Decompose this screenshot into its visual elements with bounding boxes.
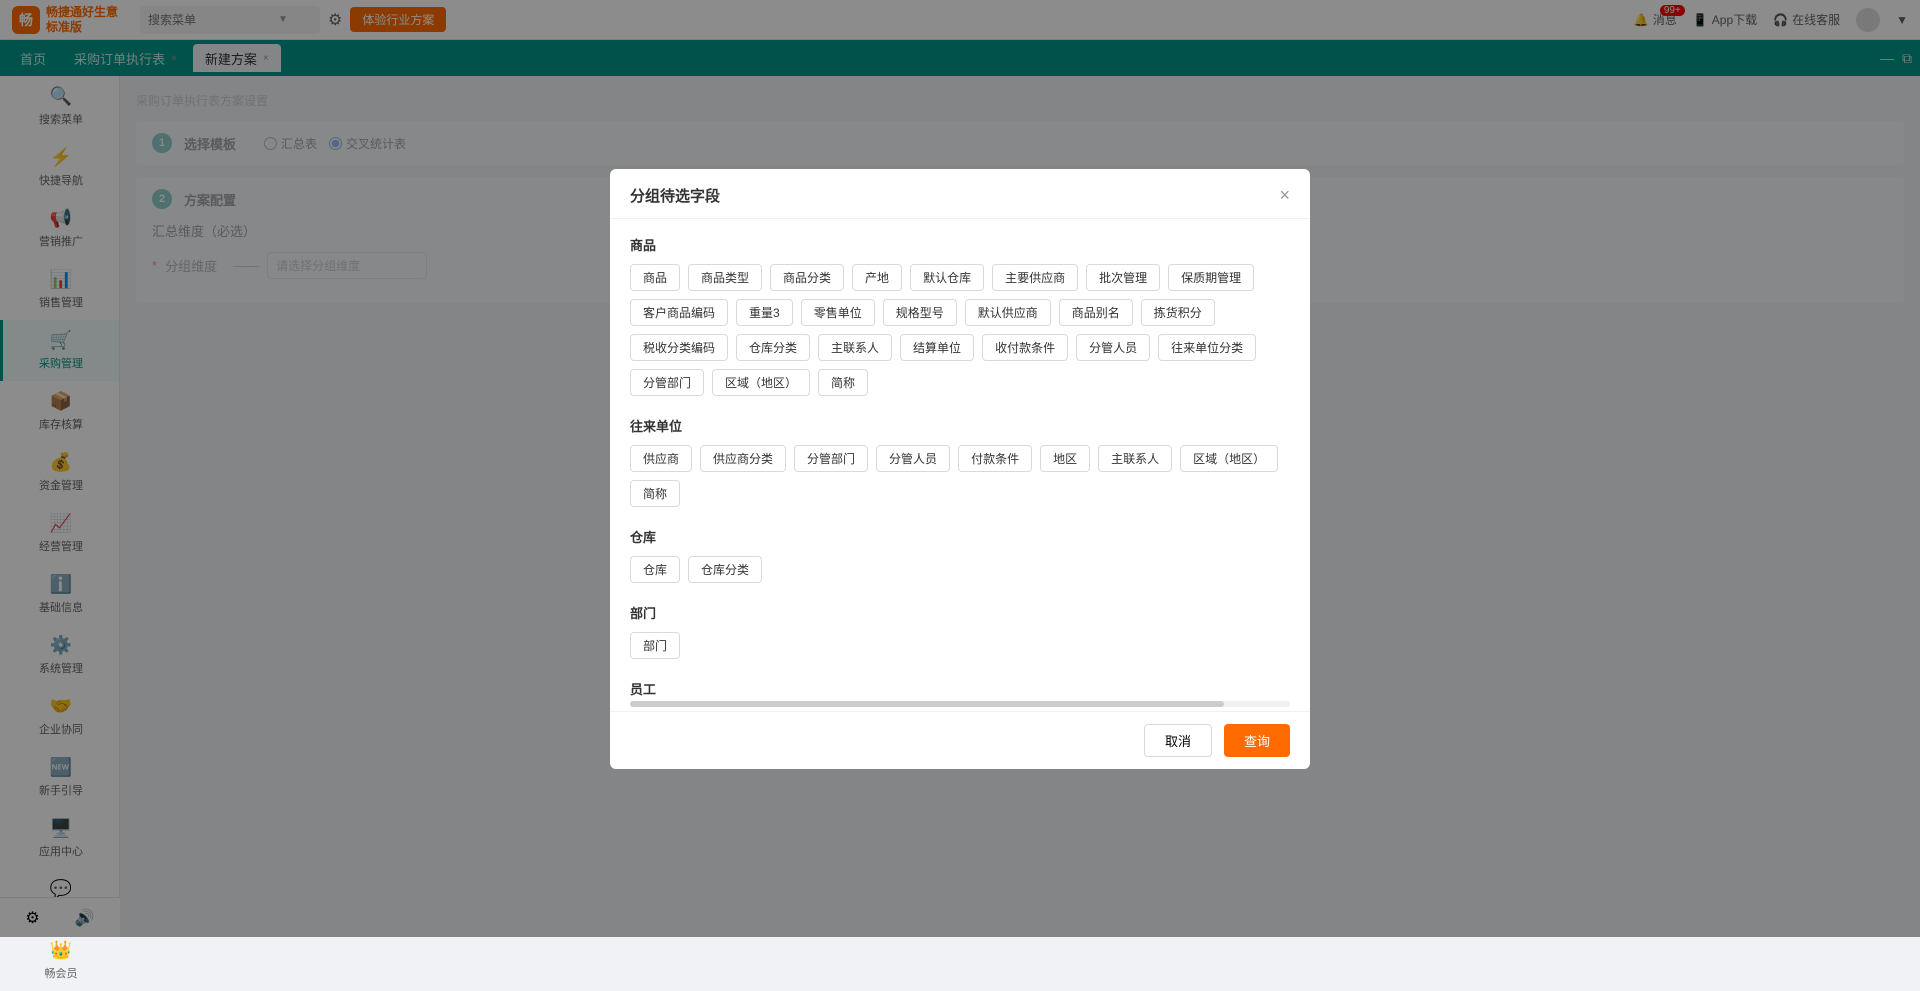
- field-tag-region[interactable]: 区域（地区）: [712, 369, 810, 396]
- modal-close-button[interactable]: ×: [1279, 185, 1290, 206]
- field-tag-default-supplier[interactable]: 默认供应商: [965, 299, 1051, 326]
- field-tag-tax-code[interactable]: 税收分类编码: [630, 334, 728, 361]
- field-tag-expiry-mgmt[interactable]: 保质期管理: [1168, 264, 1254, 291]
- field-tag-origin[interactable]: 产地: [852, 264, 902, 291]
- goods-field-tags: 商品 商品类型 商品分类 产地 默认仓库 主要供应商 批次管理 保质期管理 客户…: [630, 264, 1290, 396]
- field-section-partner: 往来单位 供应商 供应商分类 分管部门 分管人员 付款条件 地区 主联系人 区域…: [630, 416, 1290, 507]
- field-section-warehouse: 仓库 仓库 仓库分类: [630, 527, 1290, 583]
- field-tag-warehouse-category[interactable]: 仓库分类: [736, 334, 810, 361]
- modal-footer: 取消 查询: [610, 711, 1310, 769]
- field-tag-payment-cond[interactable]: 付款条件: [958, 445, 1032, 472]
- field-tag-area[interactable]: 地区: [1040, 445, 1090, 472]
- modal-horizontal-scrollbar[interactable]: [630, 701, 1290, 707]
- field-section-department: 部门 部门: [630, 603, 1290, 659]
- field-tag-warehouse-cat[interactable]: 仓库分类: [688, 556, 762, 583]
- field-tag-main-contact[interactable]: 主联系人: [818, 334, 892, 361]
- field-section-employee: 员工 业务员: [630, 679, 1290, 701]
- field-tag-goods-category[interactable]: 商品分类: [770, 264, 844, 291]
- field-tag-retail-unit[interactable]: 零售单位: [801, 299, 875, 326]
- field-tag-warehouse[interactable]: 仓库: [630, 556, 680, 583]
- confirm-button[interactable]: 查询: [1224, 724, 1290, 757]
- goods-section-title: 商品: [630, 235, 1290, 254]
- field-tag-partner-category[interactable]: 往来单位分类: [1158, 334, 1256, 361]
- warehouse-field-tags: 仓库 仓库分类: [630, 556, 1290, 583]
- modal-scroll-thumb-h: [630, 701, 1224, 707]
- department-section-title: 部门: [630, 603, 1290, 622]
- field-tag-supplier[interactable]: 供应商: [630, 445, 692, 472]
- employee-section-title: 员工: [630, 679, 1290, 698]
- modal-header: 分组待选字段 ×: [610, 169, 1310, 219]
- sidebar-label-member: 畅会员: [45, 965, 78, 981]
- field-tag-pick-points[interactable]: 拣货积分: [1141, 299, 1215, 326]
- field-tag-mgmt-dept[interactable]: 分管部门: [630, 369, 704, 396]
- field-tag-dept[interactable]: 部门: [630, 632, 680, 659]
- field-section-goods: 商品 商品 商品类型 商品分类 产地 默认仓库 主要供应商 批次管理 保质期管理…: [630, 235, 1290, 396]
- field-tag-settlement-unit[interactable]: 结算单位: [900, 334, 974, 361]
- field-tag-goods-alias[interactable]: 商品别名: [1059, 299, 1133, 326]
- field-tag-spec-model[interactable]: 规格型号: [883, 299, 957, 326]
- modal-overlay: 分组待选字段 × 商品 商品 商品类型 商品分类 产地 默认仓库 主要供应商 批…: [0, 0, 1920, 937]
- field-tag-abbr[interactable]: 简称: [818, 369, 868, 396]
- field-tag-default-warehouse[interactable]: 默认仓库: [910, 264, 984, 291]
- field-tag-main-supplier[interactable]: 主要供应商: [992, 264, 1078, 291]
- field-tag-mgmt-dept2[interactable]: 分管部门: [794, 445, 868, 472]
- field-tag-weight3[interactable]: 重量3: [736, 299, 793, 326]
- field-tag-region2[interactable]: 区域（地区）: [1180, 445, 1278, 472]
- sidebar-item-member[interactable]: 👑 畅会员: [0, 930, 119, 991]
- field-tag-mgmt-person[interactable]: 分管人员: [876, 445, 950, 472]
- field-tag-abbr2[interactable]: 简称: [630, 480, 680, 507]
- field-tag-customer-code[interactable]: 客户商品编码: [630, 299, 728, 326]
- member-icon: 👑: [50, 940, 72, 961]
- field-tag-goods-type[interactable]: 商品类型: [688, 264, 762, 291]
- modal-body[interactable]: 商品 商品 商品类型 商品分类 产地 默认仓库 主要供应商 批次管理 保质期管理…: [610, 219, 1310, 701]
- modal-dialog: 分组待选字段 × 商品 商品 商品类型 商品分类 产地 默认仓库 主要供应商 批…: [610, 169, 1310, 769]
- department-field-tags: 部门: [630, 632, 1290, 659]
- modal-title: 分组待选字段: [630, 185, 720, 206]
- field-tag-goods[interactable]: 商品: [630, 264, 680, 291]
- field-tag-batch-mgmt[interactable]: 批次管理: [1086, 264, 1160, 291]
- warehouse-section-title: 仓库: [630, 527, 1290, 546]
- cancel-button[interactable]: 取消: [1144, 724, 1212, 757]
- partner-field-tags: 供应商 供应商分类 分管部门 分管人员 付款条件 地区 主联系人 区域（地区） …: [630, 445, 1290, 507]
- partner-section-title: 往来单位: [630, 416, 1290, 435]
- field-tag-main-contact2[interactable]: 主联系人: [1098, 445, 1172, 472]
- field-tag-payment-terms[interactable]: 收付款条件: [982, 334, 1068, 361]
- field-tag-supervisor[interactable]: 分管人员: [1076, 334, 1150, 361]
- field-tag-supplier-category[interactable]: 供应商分类: [700, 445, 786, 472]
